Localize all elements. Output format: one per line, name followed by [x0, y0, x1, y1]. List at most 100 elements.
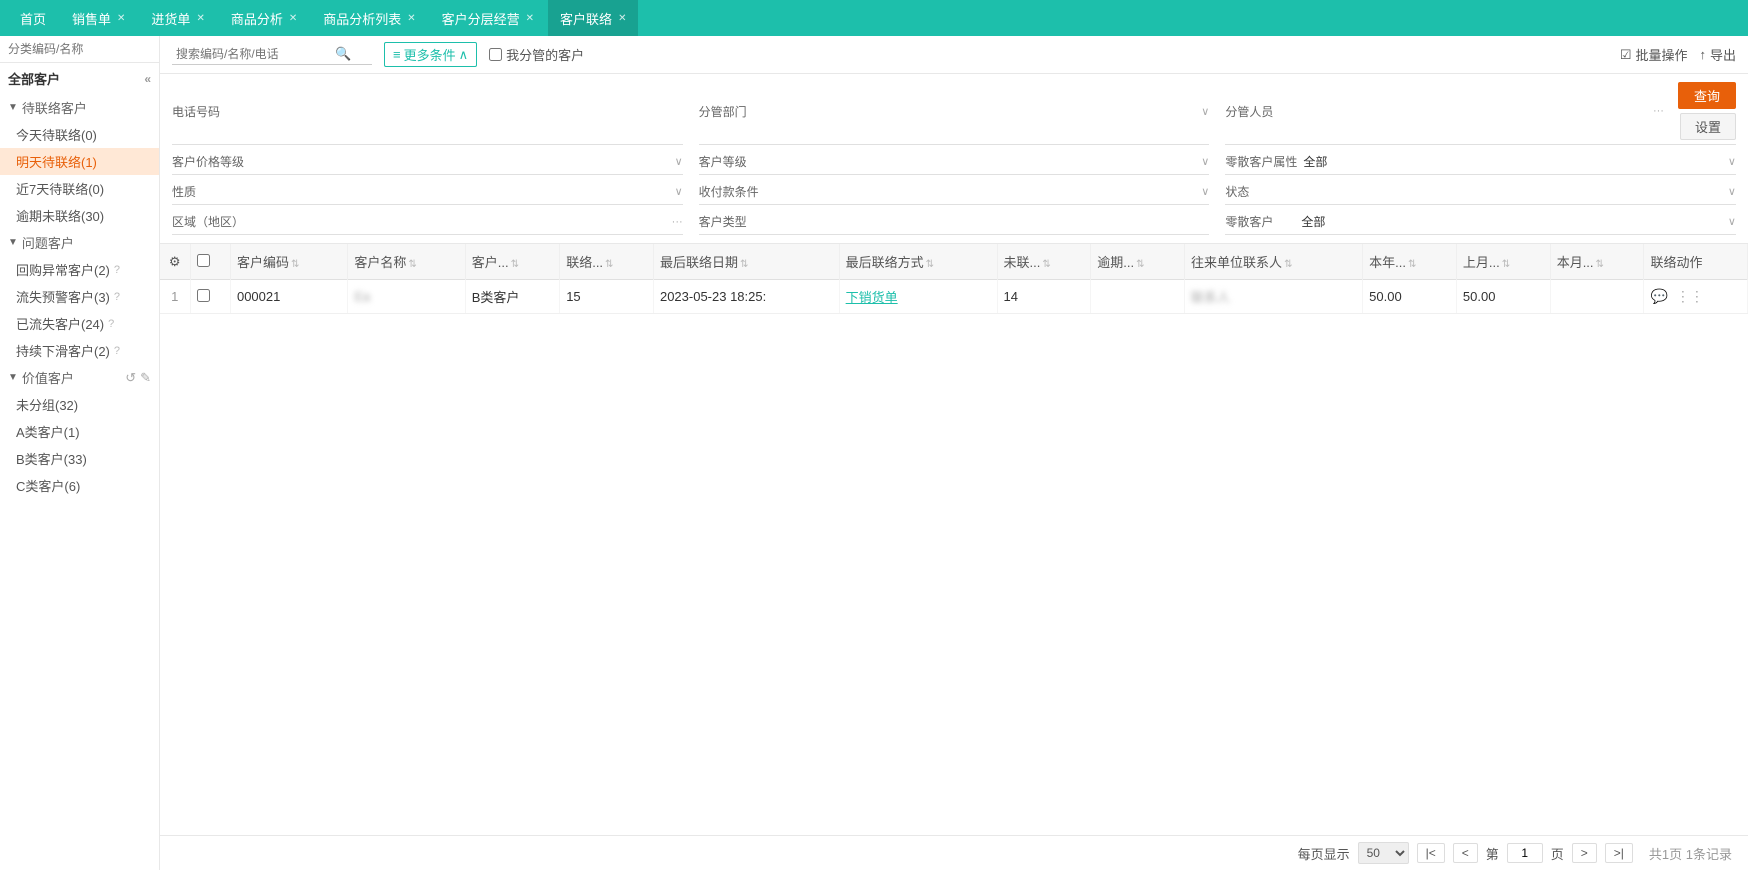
checkbox-icon: ☑ [1620, 47, 1632, 63]
filter-retail-row: 零散客户 全部 ∨ [1225, 213, 1736, 235]
all-customers-label[interactable]: 全部客户 « [0, 63, 159, 94]
sidebar-group-pending[interactable]: ▼ 待联络客户 [0, 94, 159, 121]
first-page-btn[interactable]: |< [1417, 843, 1445, 863]
last-page-btn[interactable]: >| [1605, 843, 1633, 863]
sidebar-item-declining[interactable]: 持续下滑客户(2) ? [0, 337, 159, 364]
sidebar-search-input[interactable] [8, 42, 160, 56]
filter-phone-input[interactable] [248, 104, 683, 118]
filter-dept-row: 分管部门 ∨ [699, 82, 1210, 145]
col-gear[interactable]: ⚙ [160, 244, 190, 280]
batch-operations-btn[interactable]: ☑ 批量操作 [1620, 45, 1688, 64]
table-header-row: ⚙ 客户编码⇅ 客户名称⇅ 客户...⇅ 联络...⇅ 最后联络日期⇅ 最后联络… [160, 244, 1748, 280]
sidebar-item-tomorrow[interactable]: 明天待联络(1) [0, 148, 159, 175]
col-action: 联络动作 [1644, 244, 1748, 280]
nav-purchase[interactable]: 进货单 ✕ [139, 0, 216, 36]
table-area: ⚙ 客户编码⇅ 客户名称⇅ 客户...⇅ 联络...⇅ 最后联络日期⇅ 最后联络… [160, 244, 1748, 835]
query-btn[interactable]: 查询 [1678, 82, 1736, 109]
col-checkbox[interactable] [190, 244, 230, 280]
sidebar-item-abnormal[interactable]: 回购异常客户(2) ? [0, 256, 159, 283]
nav-close-product-analysis-list[interactable]: ✕ [407, 13, 415, 24]
sidebar-group-problem[interactable]: ▼ 问题客户 [0, 229, 159, 256]
sidebar-item-overdue[interactable]: 逾期未联络(30) [0, 202, 159, 229]
chevron-up-icon: ∧ [459, 47, 469, 63]
filter-region-row: 区域（地区） ··· [172, 213, 683, 235]
chevron-down-icon2[interactable]: ∨ [675, 155, 683, 168]
nav-close-sales[interactable]: ✕ [117, 13, 125, 24]
row-type: B类客户 [465, 280, 559, 314]
nav-product-analysis[interactable]: 商品分析 ✕ [219, 0, 309, 36]
edit-icon[interactable]: ✎ [140, 370, 151, 386]
chevron-down-icon3[interactable]: ∨ [1201, 155, 1209, 168]
col-last-method: 最后联络方式⇅ [839, 244, 997, 280]
sidebar-item-loss-warning[interactable]: 流失预警客户(3) ? [0, 283, 159, 310]
nav-home[interactable]: 首页 [8, 0, 58, 36]
comment-action-icon[interactable]: 💬 [1650, 288, 1667, 305]
filter-type-row: 客户类型 [699, 213, 1210, 235]
col-last-date: 最后联络日期⇅ [653, 244, 839, 280]
prev-page-btn[interactable]: < [1453, 843, 1478, 863]
chevron-down-icon5[interactable]: ∨ [675, 185, 683, 198]
row-name: Ea [348, 280, 465, 314]
help-icon: ? [114, 291, 120, 303]
page-number-input[interactable] [1507, 843, 1543, 863]
top-nav: 首页 销售单 ✕ 进货单 ✕ 商品分析 ✕ 商品分析列表 ✕ 客户分层经营 ✕ … [0, 0, 1748, 36]
chevron-down-icon4[interactable]: ∨ [1728, 155, 1736, 168]
sidebar-search-wrap: 🔍 [0, 36, 159, 63]
chevron-down-icon8[interactable]: ∨ [1728, 215, 1736, 228]
main-search-input[interactable] [176, 47, 331, 61]
more-filters-btn[interactable]: ≡ 更多条件 ∧ [384, 42, 477, 67]
page-size-select[interactable]: 50 100 200 [1358, 842, 1409, 864]
sidebar-group-value[interactable]: ▼ 价值客户 ↺ ✎ [0, 364, 159, 391]
my-customers-checkbox-wrap[interactable]: 我分管的客户 [489, 45, 584, 64]
row-this-month [1550, 280, 1644, 314]
row-checkbox[interactable] [190, 280, 230, 314]
more-icon[interactable]: ··· [1653, 105, 1664, 117]
export-btn[interactable]: ↑ 导出 [1699, 45, 1736, 64]
grid-action-icon[interactable]: ⋮⋮ [1676, 288, 1704, 305]
col-code: 客户编码⇅ [230, 244, 347, 280]
sidebar-item-class-a[interactable]: A类客户(1) [0, 418, 159, 445]
sidebar-item-7days[interactable]: 近7天待联络(0) [0, 175, 159, 202]
nav-close-customer-contact[interactable]: ✕ [618, 13, 626, 24]
help-icon: ? [114, 264, 120, 276]
nav-close-customer-tier[interactable]: ✕ [526, 13, 534, 24]
sidebar: 🔍 全部客户 « ▼ 待联络客户 今天待联络(0) 明天待联络(1) 近7天待联… [0, 36, 160, 870]
nav-close-purchase[interactable]: ✕ [196, 13, 204, 24]
settings-btn[interactable]: 设置 [1680, 113, 1736, 140]
filter-retail-attr-value: 全部 [1303, 153, 1722, 170]
my-customers-checkbox[interactable] [489, 48, 502, 61]
filter-manager-row: 分管人员 ··· 查询 设置 [1225, 82, 1736, 145]
collapse-icon[interactable]: « [144, 72, 151, 86]
last-method-link[interactable]: 下销货单 [846, 290, 898, 305]
filter-customer-tier-label: 客户等级 [699, 153, 769, 170]
refresh-icon[interactable]: ↺ [125, 370, 136, 386]
customer-table: ⚙ 客户编码⇅ 客户名称⇅ 客户...⇅ 联络...⇅ 最后联络日期⇅ 最后联络… [160, 244, 1748, 314]
nav-customer-tier[interactable]: 客户分层经营 ✕ [430, 0, 546, 36]
nav-close-product-analysis[interactable]: ✕ [289, 13, 297, 24]
chevron-down-icon7[interactable]: ∨ [1728, 185, 1736, 198]
nav-sales[interactable]: 销售单 ✕ [60, 0, 137, 36]
filter-bar: 🔍 ≡ 更多条件 ∧ 我分管的客户 ☑ 批量操作 ↑ 导出 [160, 36, 1748, 74]
search-submit-icon[interactable]: 🔍 [335, 46, 351, 62]
select-all-checkbox[interactable] [197, 254, 210, 267]
sidebar-item-ungrouped[interactable]: 未分组(32) [0, 391, 159, 418]
next-page-btn[interactable]: > [1572, 843, 1597, 863]
filter-status-label: 状态 [1225, 183, 1295, 200]
row-this-year: 50.00 [1363, 280, 1457, 314]
nav-product-analysis-list[interactable]: 商品分析列表 ✕ [311, 0, 427, 36]
row-actions: 💬 ⋮⋮ [1644, 280, 1748, 314]
content-area: 🔍 ≡ 更多条件 ∧ 我分管的客户 ☑ 批量操作 ↑ 导出 [160, 36, 1748, 870]
filter-payment-row: 收付款条件 ∨ [699, 183, 1210, 205]
chevron-down-icon[interactable]: ∨ [1201, 105, 1209, 118]
sidebar-item-class-b[interactable]: B类客户(33) [0, 445, 159, 472]
row-contact-person: 联系人 [1185, 280, 1363, 314]
more-icon2[interactable]: ··· [672, 216, 683, 228]
sidebar-item-today[interactable]: 今天待联络(0) [0, 121, 159, 148]
nav-customer-contact[interactable]: 客户联络 ✕ [548, 0, 638, 36]
filter-right: ☑ 批量操作 ↑ 导出 [1620, 45, 1736, 64]
row-last-method[interactable]: 下销货单 [839, 280, 997, 314]
filter-nature-row: 性质 ∨ [172, 183, 683, 205]
sidebar-item-class-c[interactable]: C类客户(6) [0, 472, 159, 499]
chevron-down-icon6[interactable]: ∨ [1201, 185, 1209, 198]
sidebar-item-lost[interactable]: 已流失客户(24) ? [0, 310, 159, 337]
